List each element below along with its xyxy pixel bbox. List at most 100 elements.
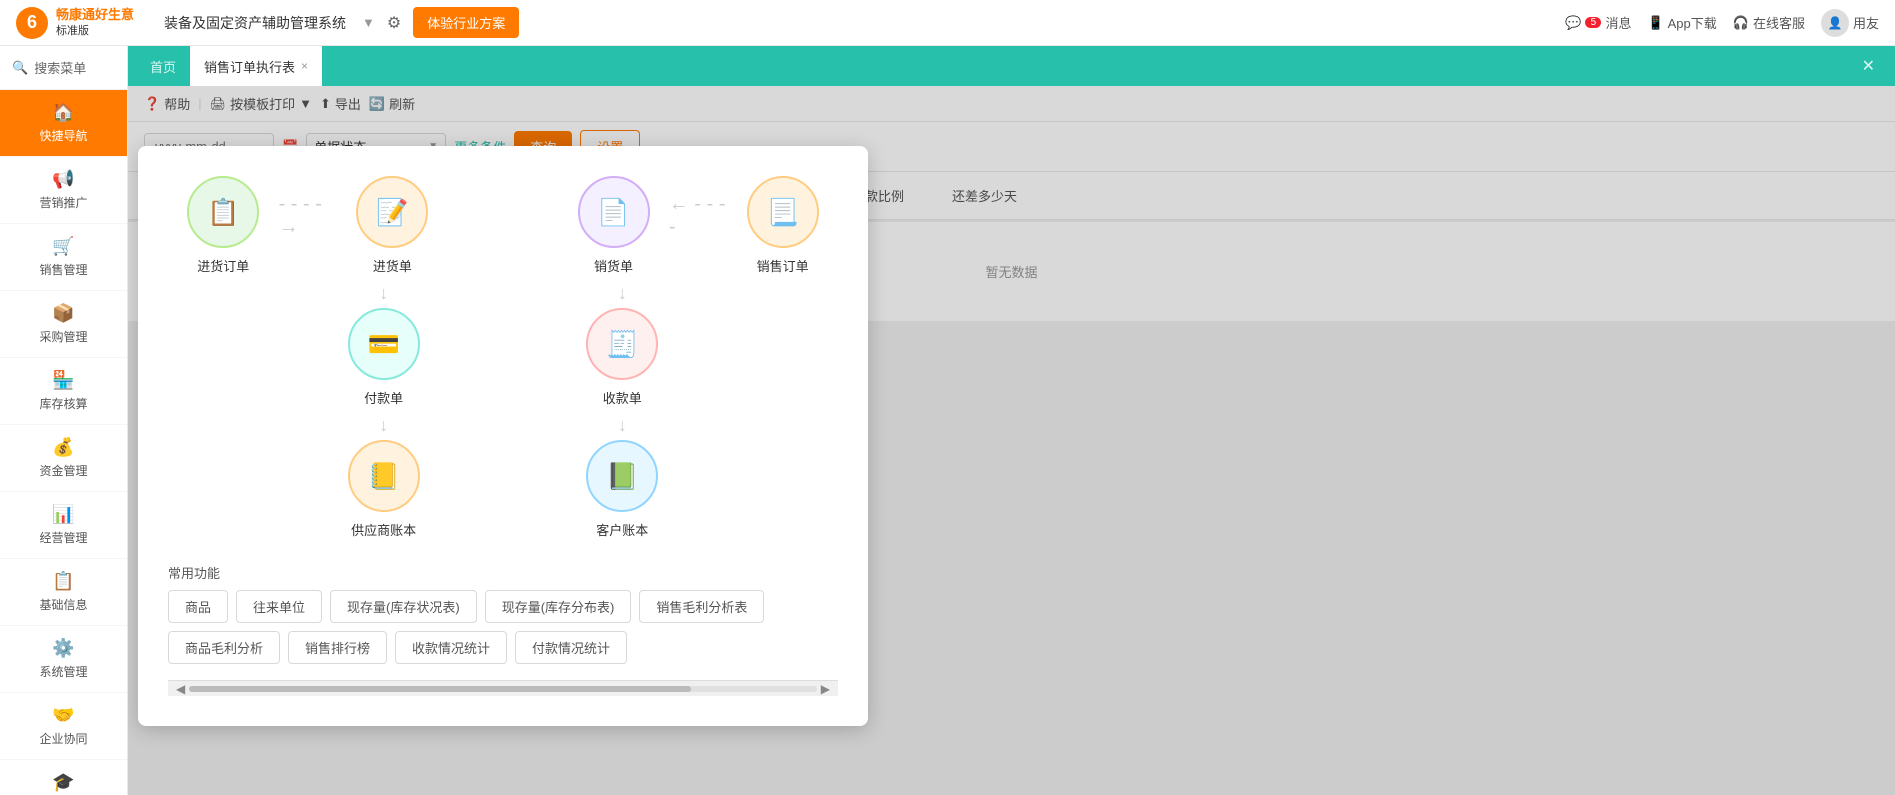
payment-label: 付款单 [364, 388, 403, 407]
flow-item-sales-order-node: 📄 销货单 [558, 176, 669, 275]
sidebar-item-label: 企业协同 [39, 730, 87, 747]
func-btn-商品[interactable]: 商品 [168, 590, 228, 623]
sidebar-item-label: 营销推广 [39, 194, 87, 211]
search-icon: 🔍 [12, 60, 28, 76]
arrow-right-1: - - - - → [279, 193, 338, 259]
func-btn-付款情况统计[interactable]: 付款情况统计 [515, 631, 627, 664]
message-button[interactable]: 💬 5 消息 [1565, 13, 1631, 32]
sidebar-item-quick-nav[interactable]: 🏠快捷导航 [0, 90, 127, 157]
purchase-order-icon[interactable]: 📋 [187, 176, 259, 248]
window-close-button[interactable]: ✕ [1850, 56, 1887, 76]
system-icon: ⚙️ [52, 638, 74, 659]
sidebar-item-label: 库存核算 [39, 395, 87, 412]
sidebar-item-newbie[interactable]: 🎓新手引导 [0, 760, 127, 795]
arrow-down-receipt: ↓ [563, 415, 682, 436]
sidebar-item-basic[interactable]: 📋基础信息 [0, 559, 127, 626]
flow-diagram: 📋 进货订单 - - - - → 📝 进货单 📄 [168, 176, 838, 547]
arrow-left-1: ← - - - - [669, 193, 728, 259]
customer-ledger-icon[interactable]: 📗 [586, 440, 658, 512]
finance-icon: 💰 [52, 437, 74, 458]
flow-item-customer-ledger: 📗 客户账本 [563, 440, 682, 539]
topbar-right: 💬 5 消息 📱 App下载 🎧 在线客服 👤 用友 [1565, 9, 1879, 37]
sidebar-item-label: 采购管理 [39, 328, 87, 345]
sales-order-right-icon[interactable]: 📃 [747, 176, 819, 248]
arrow-down-purchase: ↓ [324, 283, 443, 304]
func-btn-现存量(库存分布表)[interactable]: 现存量(库存分布表) [485, 590, 632, 623]
sidebar-item-enterprise[interactable]: 🤝 企业协同 [0, 693, 127, 760]
purchase-order-label: 进货订单 [197, 256, 249, 275]
sidebar-item-operations[interactable]: 📊 经营管理 [0, 492, 127, 559]
purchase-receipt-icon[interactable]: 📝 [356, 176, 428, 248]
sidebar-item-label: 经营管理 [39, 529, 87, 546]
sales-icon: 🛒 [52, 236, 74, 257]
marketing-icon: 📢 [52, 169, 74, 190]
common-functions-title: 常用功能 [168, 563, 838, 582]
logo-area: 6 畅康通好生意 标准版 [16, 7, 144, 39]
quick-nav-icon: 🏠 [52, 102, 74, 123]
tab-bar: 首页 销售订单执行表 × ✕ [128, 46, 1895, 86]
basic-icon: 📋 [52, 571, 74, 592]
flow-item-payment: 💳 付款单 [324, 308, 443, 407]
sidebar-item-label: 资金管理 [39, 462, 87, 479]
content-area: 首页 销售订单执行表 × ✕ ❓ 帮助 | 🖨 [128, 46, 1895, 795]
scrollbar-track[interactable] [189, 686, 817, 692]
sidebar-item-sales[interactable]: 🛒 销售管理 [0, 224, 127, 291]
func-buttons-container: 商品往来单位现存量(库存状况表)现存量(库存分布表)销售毛利分析表商品毛利分析销… [168, 590, 838, 664]
popup-scrollbar: ◀ ▶ [168, 680, 838, 696]
supplier-ledger-label: 供应商账本 [351, 520, 416, 539]
purchase-receipt-label: 进货单 [373, 256, 412, 275]
flow-item-purchase-order: 📋 进货订单 [168, 176, 279, 275]
experience-button[interactable]: 体验行业方案 [413, 7, 519, 38]
func-btn-商品毛利分析[interactable]: 商品毛利分析 [168, 631, 280, 664]
headset-icon: 🎧 [1733, 15, 1749, 31]
tab-close-icon[interactable]: × [301, 59, 308, 73]
logo-icon: 6 [16, 7, 48, 39]
sidebar-item-finance[interactable]: 💰 资金管理 [0, 425, 127, 492]
dropdown-icon[interactable]: ▼ [362, 15, 375, 30]
arrow-down-payment: ↓ [324, 415, 443, 436]
scrollbar-thumb [189, 686, 691, 692]
app-download-button[interactable]: 📱 App下载 [1647, 13, 1716, 32]
sidebar: 🔍 搜索菜单 🏠快捷导航 📢 营销推广 🛒 销售管理 📦 采购管理 🏪库存核算 💰 资金管理 📊 经营… [0, 46, 128, 795]
func-btn-现存量(库存状况表)[interactable]: 现存量(库存状况表) [330, 590, 477, 623]
message-icon: 💬 [1565, 15, 1581, 31]
online-service-button[interactable]: 🎧 在线客服 [1733, 13, 1805, 32]
func-btn-销售排行榜[interactable]: 销售排行榜 [288, 631, 387, 664]
supplier-ledger-icon[interactable]: 📒 [348, 440, 420, 512]
sidebar-item-system[interactable]: ⚙️系统管理 [0, 626, 127, 693]
sidebar-item-inventory[interactable]: 🏪库存核算 [0, 358, 127, 425]
arrow-down-sales: ↓ [563, 283, 682, 304]
scroll-right-arrow[interactable]: ▶ [817, 682, 834, 696]
message-badge: 5 [1585, 17, 1601, 28]
newbie-icon: 🎓 [52, 772, 74, 793]
sidebar-item-purchase[interactable]: 📦 采购管理 [0, 291, 127, 358]
system-title: 装备及固定资产辅助管理系统 [164, 13, 346, 33]
flow-item-sales-order-right: 📃 销售订单 [727, 176, 838, 275]
sidebar-item-marketing[interactable]: 📢 营销推广 [0, 157, 127, 224]
sidebar-item-label: 销售管理 [39, 261, 87, 278]
scroll-left-arrow[interactable]: ◀ [172, 682, 189, 696]
customer-ledger-label: 客户账本 [596, 520, 648, 539]
search-menu-button[interactable]: 🔍 搜索菜单 [8, 54, 119, 81]
settings-icon[interactable]: ⚙ [387, 13, 401, 33]
flow-item-receipt: 🧾 收款单 [563, 308, 682, 407]
sales-order-node-label: 销货单 [594, 256, 633, 275]
operations-icon: 📊 [52, 504, 74, 525]
func-btn-销售毛利分析表[interactable]: 销售毛利分析表 [639, 590, 764, 623]
flow-item-purchase-receipt: 📝 进货单 [337, 176, 448, 275]
tab-home[interactable]: 首页 [136, 46, 190, 86]
func-btn-收款情况统计[interactable]: 收款情况统计 [395, 631, 507, 664]
tab-sales-order[interactable]: 销售订单执行表 × [190, 46, 322, 86]
payment-icon[interactable]: 💳 [348, 308, 420, 380]
logo-text: 畅康通好生意 标准版 [56, 7, 134, 38]
sidebar-search-area: 🔍 搜索菜单 [0, 46, 127, 90]
popup-dialog: 📋 进货订单 - - - - → 📝 进货单 📄 [138, 146, 868, 726]
purchase-icon: 📦 [52, 303, 74, 324]
sales-order-node-icon[interactable]: 📄 [578, 176, 650, 248]
func-btn-往来单位[interactable]: 往来单位 [236, 590, 322, 623]
receipt-label: 收款单 [603, 388, 642, 407]
receipt-icon[interactable]: 🧾 [586, 308, 658, 380]
enterprise-icon: 🤝 [52, 705, 74, 726]
download-icon: 📱 [1647, 15, 1663, 31]
user-menu-button[interactable]: 👤 用友 [1821, 9, 1879, 37]
